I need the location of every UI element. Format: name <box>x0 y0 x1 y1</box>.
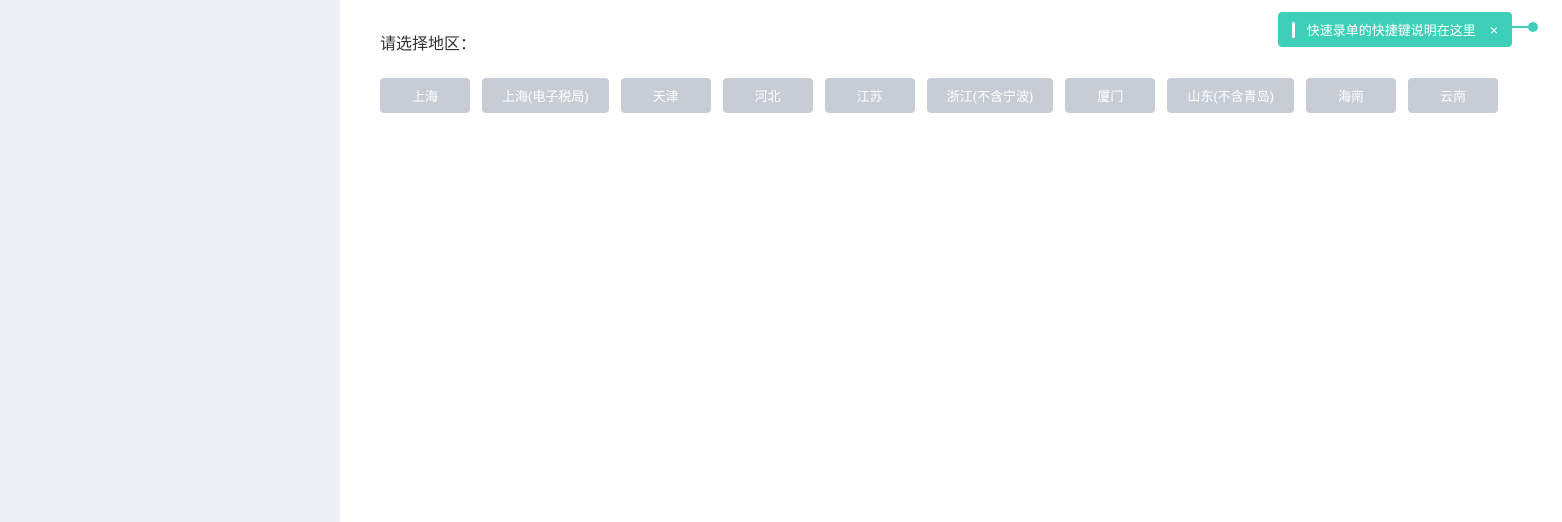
region-button-xiamen[interactable]: 厦门 <box>1065 78 1155 113</box>
region-button-hainan[interactable]: 海南 <box>1306 78 1396 113</box>
main-content: 请选择地区： 上海上海(电子税局)天津河北江苏浙江(不含宁波)厦门山东(不含青岛… <box>340 0 1562 522</box>
tooltip-dot <box>1528 22 1538 32</box>
tooltip-text: 快速录单的快捷键说明在这里 <box>1307 20 1476 39</box>
region-button-hebei[interactable]: 河北 <box>723 78 813 113</box>
region-button-jiangsu[interactable]: 江苏 <box>825 78 915 113</box>
left-sidebar <box>0 0 340 522</box>
region-button-shandong[interactable]: 山东(不含青岛) <box>1167 78 1294 113</box>
region-grid: 上海上海(电子税局) 天津河北江苏浙江(不含宁波) 厦门山东(不含青岛) 海南云南 <box>380 78 1522 113</box>
region-button-tianjin[interactable]: 天津 <box>621 78 711 113</box>
region-button-zhejiang[interactable]: 浙江(不含宁波) <box>927 78 1054 113</box>
region-button-shanghai-etax[interactable]: 上海(电子税局) <box>482 78 609 113</box>
tooltip-line <box>1508 26 1528 28</box>
region-button-shanghai[interactable]: 上海 <box>380 78 470 113</box>
tooltip-close-button[interactable]: × <box>1490 22 1498 38</box>
region-button-yunnan[interactable]: 云南 <box>1408 78 1498 113</box>
tooltip-banner: 快速录单的快捷键说明在这里 × <box>1278 12 1512 47</box>
